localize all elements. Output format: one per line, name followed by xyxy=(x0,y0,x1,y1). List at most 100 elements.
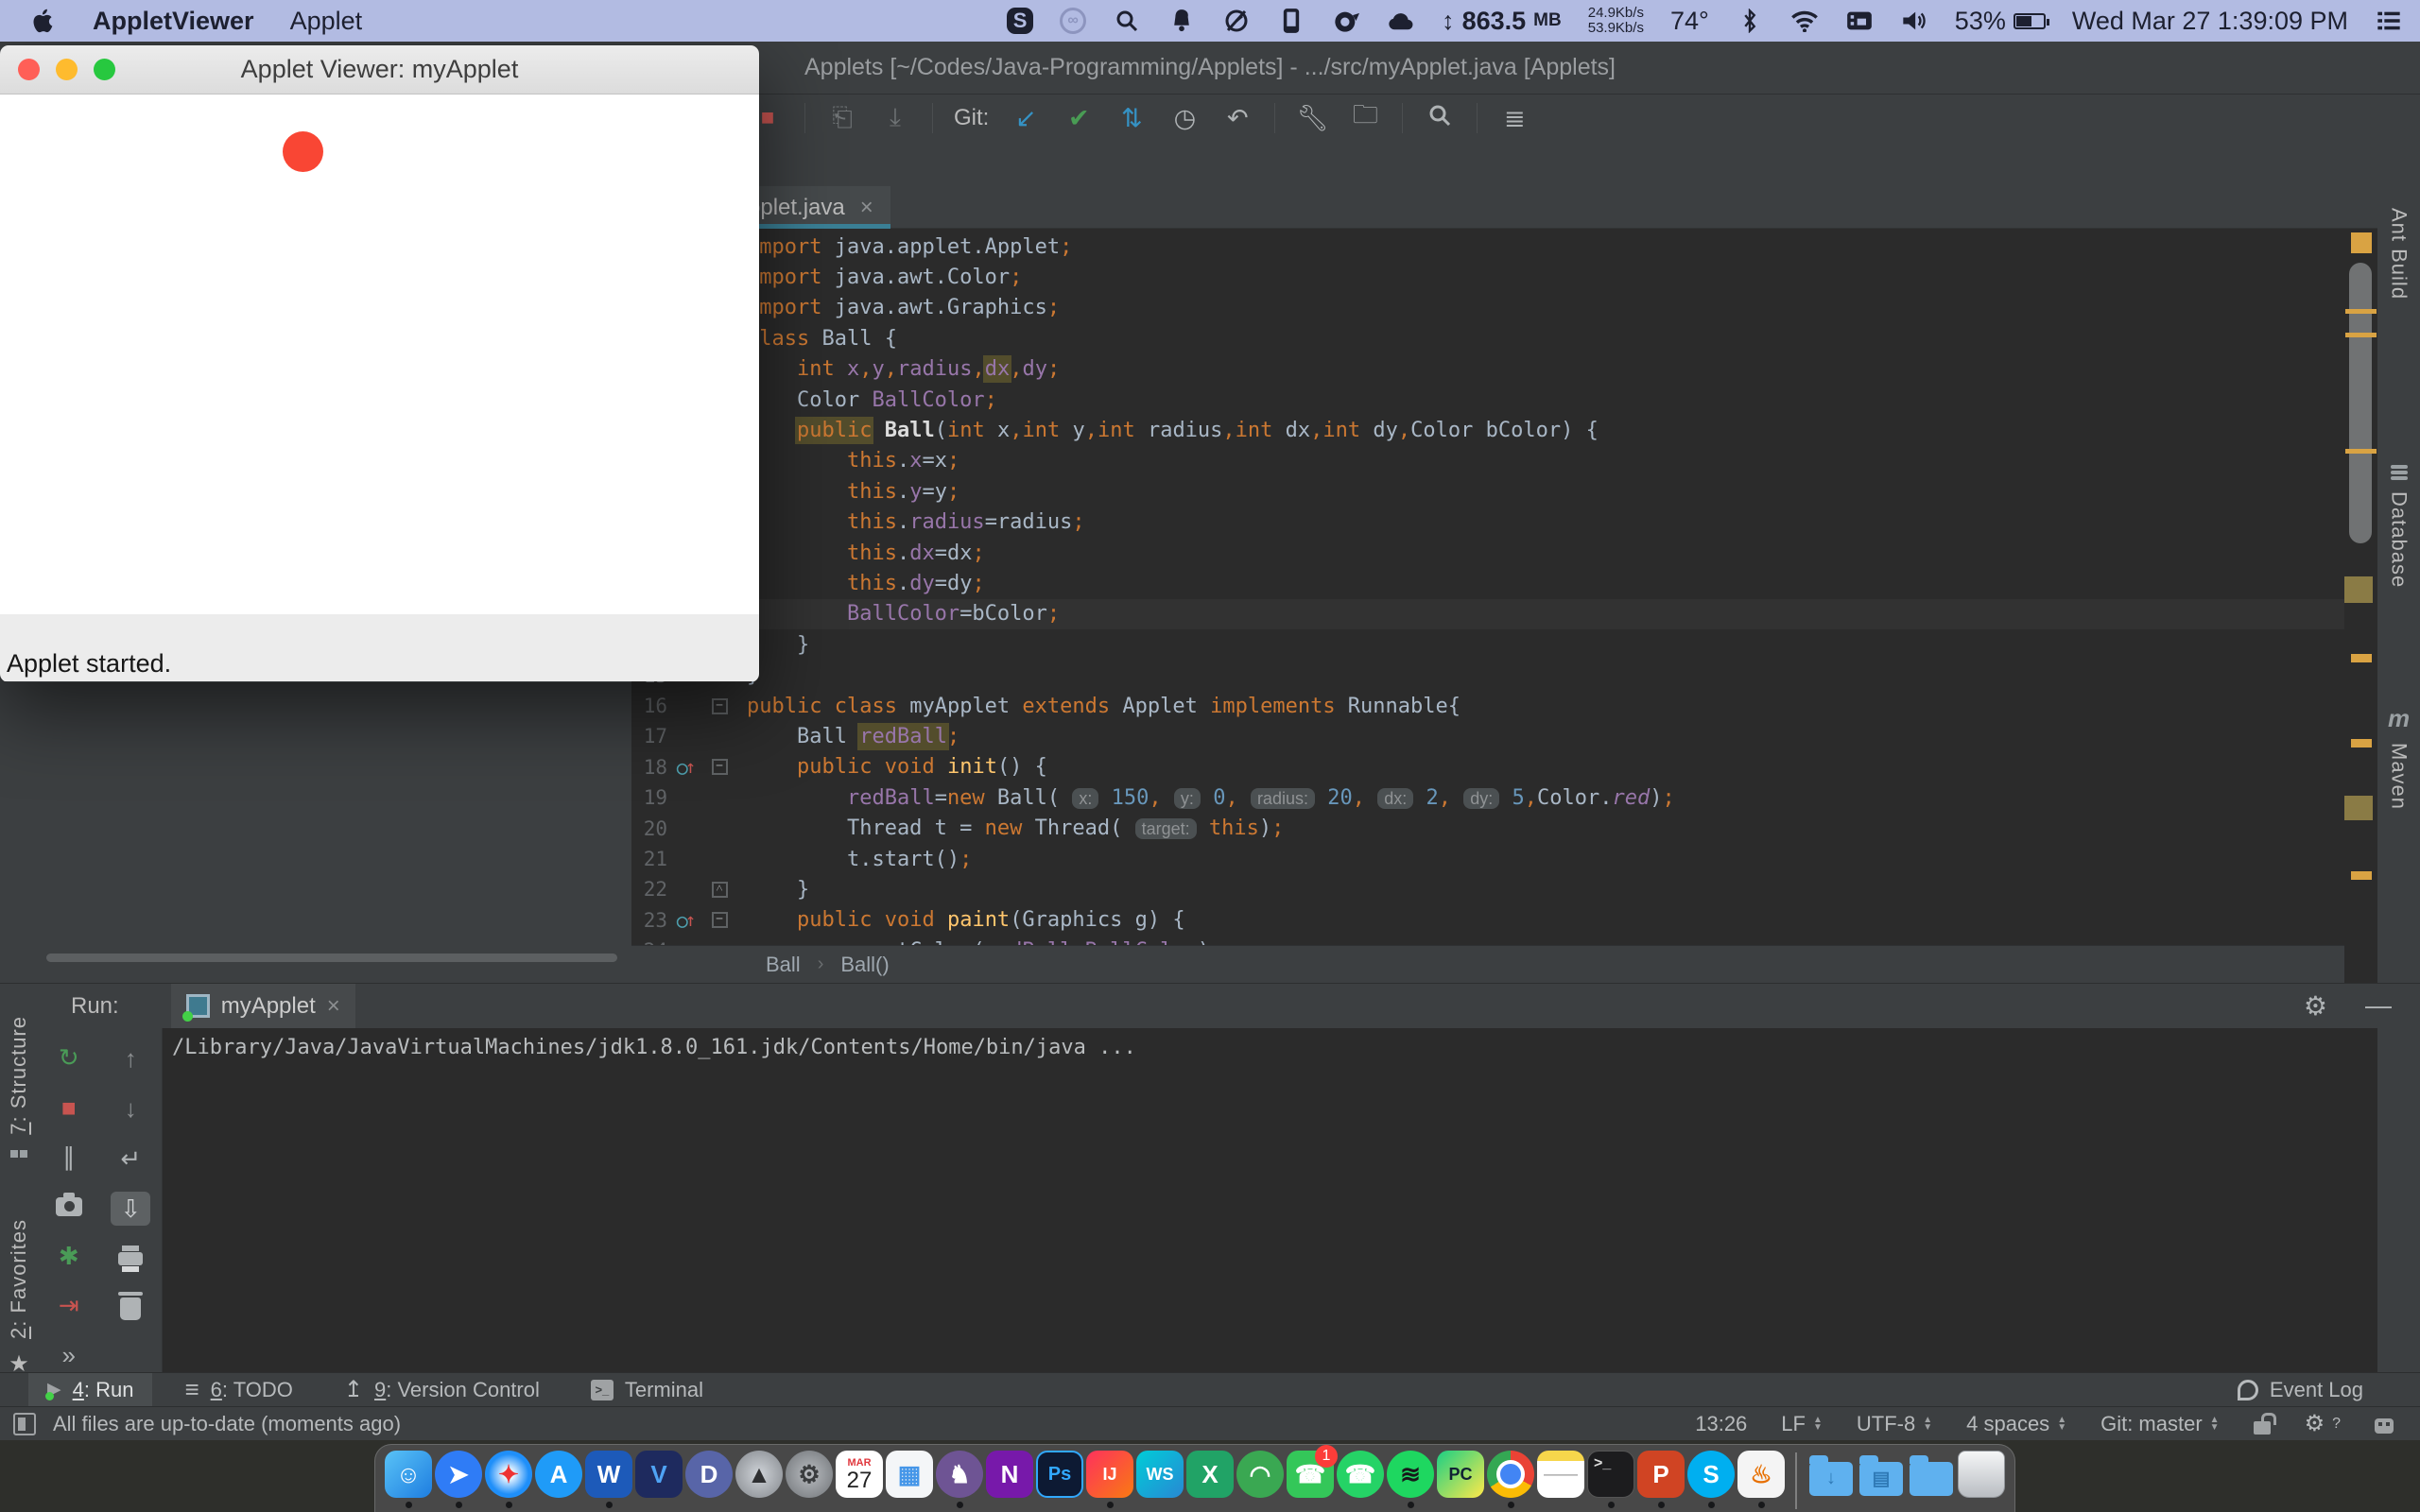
dock-item-downloads-folder[interactable]: ↓ xyxy=(1807,1451,1855,1498)
cloud-icon[interactable] xyxy=(1387,7,1415,35)
battery-indicator[interactable]: 53% xyxy=(1955,7,2049,36)
indent-widget[interactable]: 4 spaces ▲ ▼ xyxy=(1966,1412,2066,1436)
keyboard-layout-icon[interactable] xyxy=(1845,7,1874,35)
notification-bell-icon[interactable] xyxy=(1167,7,1196,35)
more-button[interactable]: » xyxy=(49,1339,89,1372)
git-merge-icon[interactable]: ⇅ xyxy=(1115,104,1148,133)
soft-wrap-button[interactable]: ↵ xyxy=(111,1142,150,1176)
bluetooth-icon[interactable] xyxy=(1736,7,1764,35)
sidebar-item-maven[interactable]: m Maven xyxy=(2377,704,2420,810)
down-stack-button[interactable]: ↓ xyxy=(111,1091,150,1125)
dock-item-java-applet[interactable]: ♨ xyxy=(1737,1451,1785,1508)
toolwindow-button-version-control[interactable]: ↥ 9: Version Control xyxy=(325,1373,559,1407)
dock-item-discord[interactable]: D xyxy=(685,1451,733,1498)
dock-item-green-app[interactable]: ◠ xyxy=(1236,1451,1284,1498)
dock-item-system-preferences[interactable]: ⚙ xyxy=(786,1451,833,1498)
vertical-scrollbar[interactable] xyxy=(2349,263,2372,543)
menubar-app-name[interactable]: AppletViewer xyxy=(93,7,254,36)
kettle-icon[interactable] xyxy=(1332,7,1360,35)
dock-item-spark[interactable]: ➤ xyxy=(435,1451,482,1508)
volume-icon[interactable] xyxy=(1900,7,1928,35)
stop-button[interactable]: ■ xyxy=(49,1091,89,1124)
fold-collapse-icon[interactable]: − xyxy=(711,912,728,929)
dock-item-documents-folder[interactable]: ▤ xyxy=(1858,1451,1905,1498)
rollback-icon[interactable]: ↶ xyxy=(1221,104,1253,133)
dock-item-pycharm[interactable]: PC xyxy=(1437,1451,1484,1498)
toolwindow-button-terminal[interactable]: >_ Terminal xyxy=(572,1373,722,1407)
toolwindow-button-todo[interactable]: ≡ 6: TODO xyxy=(165,1373,311,1407)
robot-icon[interactable] xyxy=(2375,1418,2394,1434)
lock-icon[interactable] xyxy=(2253,1412,2276,1435)
sidebar-item-ant-build[interactable]: Ant Build xyxy=(2377,198,2420,300)
dock-item-trash[interactable] xyxy=(1958,1451,2005,1498)
dock-item-projects-folder[interactable] xyxy=(1908,1451,1955,1498)
settings-wrench-icon[interactable]: 🔧︎ xyxy=(1296,103,1328,133)
git-branch-widget[interactable]: Git: master ▲ ▼ xyxy=(2100,1412,2219,1436)
project-structure-icon[interactable]: 🗀︎ xyxy=(1349,96,1381,140)
menubar-menu-applet[interactable]: Applet xyxy=(290,7,363,36)
dock-item-calendar[interactable]: MAR 27 xyxy=(836,1451,883,1498)
applet-viewer-window[interactable]: Applet Viewer: myApplet Applet started. xyxy=(0,45,759,682)
temperature-indicator[interactable]: 74° xyxy=(1670,7,1709,36)
dock-item-spotify[interactable]: ≋ xyxy=(1387,1451,1434,1508)
spotlight-search-icon[interactable] xyxy=(1113,7,1141,35)
clear-button[interactable] xyxy=(111,1292,150,1326)
dock-item-photoshop[interactable]: Ps xyxy=(1036,1451,1083,1498)
encoding-widget[interactable]: UTF-8 ▲ ▼ xyxy=(1857,1412,1932,1436)
dock-item-webstorm[interactable]: WS xyxy=(1136,1451,1184,1498)
toolwindow-button-run[interactable]: ▶ 4: Run xyxy=(28,1372,153,1407)
save-all-icon[interactable]: ⤓ xyxy=(879,103,911,133)
run-tab-close-icon[interactable]: × xyxy=(327,993,340,1020)
gear-help-icon[interactable]: ⚙? xyxy=(2305,1410,2341,1437)
gear-icon[interactable]: ⚙ xyxy=(2304,990,2327,1022)
fold-collapse-icon[interactable]: − xyxy=(711,759,728,776)
code-editor[interactable]: 1import java.applet.Applet;2import java.… xyxy=(631,229,2344,945)
menubar-clock[interactable]: Wed Mar 27 1:39:09 PM xyxy=(2072,7,2348,36)
dock-item-whatsapp[interactable]: ☎ xyxy=(1337,1451,1384,1498)
dock-item-facetime[interactable]: ☎ 1 xyxy=(1287,1445,1338,1498)
gauge-icon[interactable] xyxy=(1222,7,1251,35)
dock-item-notes[interactable]: ——— xyxy=(1537,1451,1584,1498)
run-console[interactable]: /Library/Java/JavaVirtualMachines/jdk1.8… xyxy=(163,1028,2377,1372)
restart-debug-button[interactable]: ✱ xyxy=(49,1240,89,1273)
applet-window-titlebar[interactable]: Applet Viewer: myApplet xyxy=(0,45,759,94)
fold-end-icon[interactable]: ˄ xyxy=(711,881,728,898)
dock-item-terminal[interactable]: >_ xyxy=(1587,1451,1634,1508)
dock-item-preview[interactable]: ▦ xyxy=(886,1451,933,1498)
run-tab-myapplet[interactable]: myApplet × xyxy=(170,983,355,1029)
minimize-icon[interactable]: — xyxy=(2365,990,2392,1022)
tab-close-icon[interactable]: × xyxy=(860,195,873,221)
device-icon[interactable] xyxy=(1277,7,1305,35)
rerun-button[interactable]: ↻ xyxy=(49,1041,89,1074)
dock-item-powerpoint[interactable]: P xyxy=(1637,1451,1685,1508)
skype-menu-icon[interactable]: S xyxy=(1007,8,1034,34)
dock-item-word[interactable]: W xyxy=(585,1451,632,1508)
print-button[interactable] xyxy=(111,1242,150,1276)
git-commit-icon[interactable]: ✔ xyxy=(1063,104,1095,133)
dock-item-finder[interactable]: ☺ xyxy=(385,1451,432,1508)
caret-position[interactable]: 13:26 xyxy=(1695,1412,1747,1436)
history-icon[interactable]: ◷ xyxy=(1168,104,1201,133)
sidebar-item-database[interactable]: Database xyxy=(2377,463,2420,588)
wifi-icon[interactable] xyxy=(1790,7,1819,35)
diff-icon[interactable]: ≣ xyxy=(1498,104,1530,133)
memory-indicator[interactable]: ↕ 863.5 MB xyxy=(1442,7,1562,36)
dock-item-github[interactable]: ♞ xyxy=(936,1451,983,1508)
dock-item-chrome[interactable] xyxy=(1487,1451,1534,1508)
open-recent-icon[interactable]: ⎗ xyxy=(826,103,858,133)
network-speed-indicator[interactable]: 24.9Kb/s 53.9Kb/s xyxy=(1588,6,1644,36)
dock-item-app-store[interactable]: A xyxy=(535,1451,582,1498)
screenshot-button[interactable] xyxy=(49,1190,89,1223)
dock-item-excel[interactable]: X xyxy=(1186,1451,1234,1498)
breadcrumb-method[interactable]: Ball() xyxy=(840,953,889,977)
dock-item-onenote[interactable]: N xyxy=(986,1451,1033,1498)
git-update-icon[interactable]: ↙ xyxy=(1010,104,1042,133)
line-separator-widget[interactable]: LF ▲ ▼ xyxy=(1781,1412,1823,1436)
horizontal-scrollbar[interactable] xyxy=(46,954,617,962)
event-log-button[interactable]: Event Log xyxy=(2237,1378,2420,1402)
pause-button[interactable]: ∥ xyxy=(49,1141,89,1174)
up-stack-button[interactable]: ↑ xyxy=(111,1041,150,1075)
apple-logo-icon[interactable] xyxy=(28,7,57,35)
scroll-to-end-button[interactable]: ⇩ xyxy=(111,1192,151,1226)
toolwindow-grid-icon[interactable] xyxy=(13,1412,36,1435)
